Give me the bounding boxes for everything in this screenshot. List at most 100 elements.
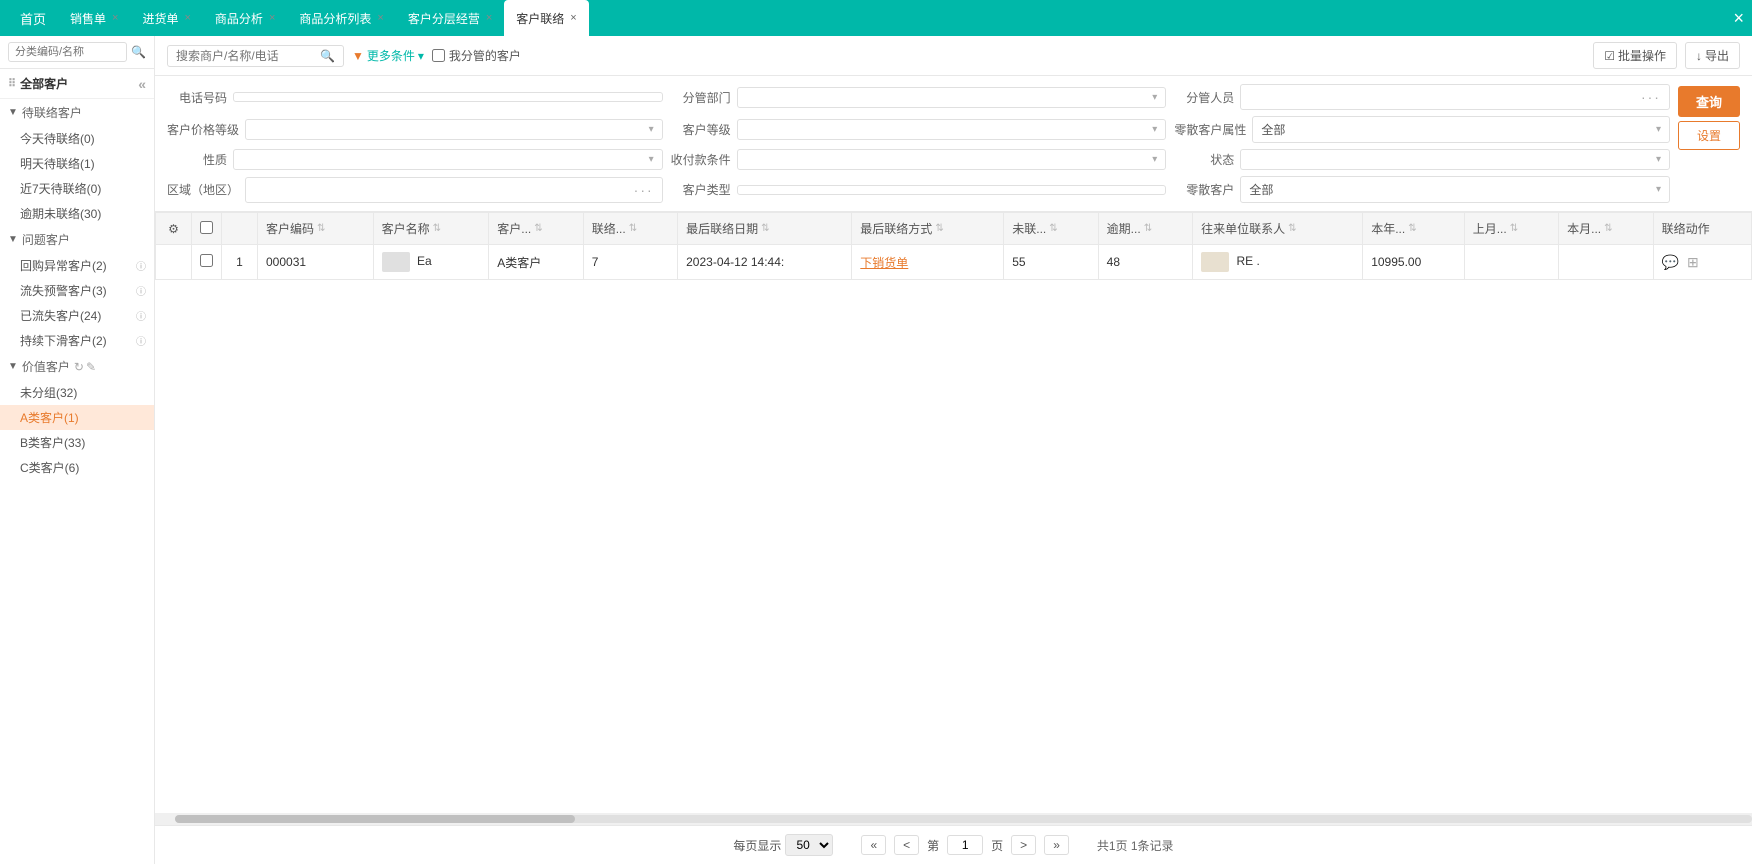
per-page-select[interactable]: 50	[785, 834, 833, 856]
edit-icon[interactable]: ✎	[86, 360, 96, 374]
next-page-btn[interactable]: >	[1011, 835, 1036, 855]
sidebar-group-value[interactable]: ▼ 价值客户 ↻ ✎	[0, 353, 154, 380]
advanced-filter: 电话号码 分管部门 ▾	[155, 76, 1752, 212]
price-level-select[interactable]: ▾	[245, 119, 663, 140]
customer-type-input[interactable]	[737, 185, 1167, 195]
sort-icon[interactable]: ⇅	[1049, 223, 1057, 234]
sidebar-item-today[interactable]: 今天待联络(0)	[0, 126, 154, 151]
prev-page-btn[interactable]: <	[894, 835, 919, 855]
nav-home[interactable]: 首页	[8, 0, 58, 36]
col-settings[interactable]: ⚙	[156, 213, 192, 245]
filter-search-input[interactable]	[176, 49, 316, 63]
sort-icon[interactable]: ⇅	[1604, 223, 1612, 234]
last-page-btn[interactable]: »	[1044, 835, 1069, 855]
close-tab-6[interactable]: ×	[570, 12, 576, 24]
query-button[interactable]: 查询	[1678, 86, 1740, 117]
sidebar-search-input[interactable]	[8, 42, 127, 62]
phone-input[interactable]	[233, 92, 663, 102]
col-this-year: 本年... ⇅	[1363, 213, 1464, 245]
sidebar-item-declining[interactable]: 持续下滑客户(2) ⓘ	[0, 328, 154, 353]
info-icon: ⓘ	[136, 283, 146, 298]
sidebar-item-churned[interactable]: 已流失客户(24) ⓘ	[0, 303, 154, 328]
customer-level-select[interactable]: ▾	[737, 119, 1167, 140]
sort-icon[interactable]: ⇅	[317, 223, 325, 234]
cell-code[interactable]: 000031	[258, 245, 374, 280]
row-checkbox[interactable]	[200, 254, 213, 267]
manager-input[interactable]: ···	[1240, 84, 1670, 110]
filter-icon: ▼	[352, 49, 364, 63]
close-tab-4[interactable]: ×	[377, 12, 383, 24]
field-status: 状态 ▾	[1174, 149, 1670, 170]
close-tab-3[interactable]: ×	[269, 12, 275, 24]
retail-customer-label: 零散客户	[1174, 181, 1234, 198]
nav-tab-3[interactable]: 商品分析 ×	[203, 0, 287, 36]
sort-icon[interactable]: ⇅	[1144, 223, 1152, 234]
sort-icon[interactable]: ⇅	[761, 223, 769, 234]
sidebar-group-pending[interactable]: ▼ 待联络客户	[0, 99, 154, 126]
cell-actions: 💬 ⊞	[1653, 245, 1751, 280]
refresh-icon[interactable]: ↻	[74, 360, 84, 374]
sort-icon[interactable]: ⇅	[1408, 223, 1416, 234]
last-method-link[interactable]: 下销货单	[860, 256, 908, 270]
sidebar-item-abnormal[interactable]: 回购异常客户(2) ⓘ	[0, 253, 154, 278]
field-region: 区域（地区） ···	[167, 177, 663, 203]
retail-customer-select[interactable]: 全部 ▾	[1240, 176, 1670, 203]
payment-label: 收付款条件	[671, 151, 731, 168]
field-phone: 电话号码	[167, 89, 663, 106]
close-tab-2[interactable]: ×	[184, 12, 190, 24]
page-number-input[interactable]	[947, 835, 983, 855]
nav-tab-2[interactable]: 进货单 ×	[130, 0, 202, 36]
dept-select[interactable]: ▾	[737, 87, 1167, 108]
setting-button[interactable]: 设置	[1678, 121, 1740, 150]
first-page-btn[interactable]: «	[861, 835, 886, 855]
close-tab-5[interactable]: ×	[486, 12, 492, 24]
region-input[interactable]: ···	[245, 177, 663, 203]
retail-attr-select[interactable]: 全部 ▾	[1252, 116, 1670, 143]
sidebar-search-icon[interactable]: 🔍	[131, 45, 146, 59]
close-tab-1[interactable]: ×	[112, 12, 118, 24]
payment-select[interactable]: ▾	[737, 149, 1167, 170]
info-icon: ⓘ	[136, 258, 146, 273]
sidebar-item-a-class[interactable]: A类客户(1)	[0, 405, 154, 430]
nature-select[interactable]: ▾	[233, 149, 663, 170]
export-btn[interactable]: ↓ 导出	[1685, 42, 1740, 69]
sidebar-item-churn-warning[interactable]: 流失预警客户(3) ⓘ	[0, 278, 154, 303]
sidebar-group-problem[interactable]: ▼ 问题客户	[0, 226, 154, 253]
sidebar-item-c-class[interactable]: C类客户(6)	[0, 455, 154, 480]
message-icon[interactable]: 💬	[1662, 254, 1679, 271]
sidebar-item-unclassified[interactable]: 未分组(32)	[0, 380, 154, 405]
sidebar-item-7days[interactable]: 近7天待联络(0)	[0, 176, 154, 201]
adv-row-2: 客户价格等级 ▾ 客户等级 ▾	[167, 116, 1670, 143]
sidebar-item-tomorrow[interactable]: 明天待联络(1)	[0, 151, 154, 176]
my-customers-checkbox[interactable]	[432, 49, 445, 62]
sort-icon[interactable]: ⇅	[534, 223, 542, 234]
nav-tab-4[interactable]: 商品分析列表 ×	[287, 0, 395, 36]
cell-last-method[interactable]: 下销货单	[852, 245, 1004, 280]
scrollbar-track[interactable]	[175, 815, 1752, 823]
scrollbar-thumb[interactable]	[175, 815, 575, 823]
filter-search-icon[interactable]: 🔍	[320, 49, 335, 63]
cell-checkbox[interactable]	[192, 245, 222, 280]
sort-icon[interactable]: ⇅	[1510, 223, 1518, 234]
sort-icon[interactable]: ⇅	[1288, 223, 1296, 234]
filter-more-btn[interactable]: ▼ 更多条件 ▾	[352, 47, 424, 64]
select-all-checkbox[interactable]	[200, 221, 213, 234]
nav-tab-6[interactable]: 客户联络 ×	[504, 0, 588, 36]
sidebar-item-overdue[interactable]: 逾期未联络(30)	[0, 201, 154, 226]
batch-operation-btn[interactable]: ☑ 批量操作	[1593, 42, 1677, 69]
window-close-btn[interactable]: ×	[1733, 8, 1744, 29]
field-retail-attr: 零散客户属性 全部 ▾	[1174, 116, 1670, 143]
share-icon[interactable]: ⊞	[1687, 254, 1699, 271]
sort-icon[interactable]: ⇅	[629, 223, 637, 234]
sidebar-item-b-class[interactable]: B类客户(33)	[0, 430, 154, 455]
horizontal-scrollbar[interactable]	[155, 813, 1752, 825]
col-overdue: 逾期... ⇅	[1098, 213, 1192, 245]
sort-icon[interactable]: ⇅	[433, 223, 441, 234]
status-select[interactable]: ▾	[1240, 149, 1670, 170]
col-name: 客户名称 ⇅	[373, 213, 489, 245]
col-checkbox[interactable]	[192, 213, 222, 245]
sort-icon[interactable]: ⇅	[935, 223, 943, 234]
nav-tab-1[interactable]: 销售单 ×	[58, 0, 130, 36]
nav-tab-5[interactable]: 客户分层经营 ×	[396, 0, 504, 36]
sidebar-collapse-btn[interactable]: «	[138, 76, 146, 92]
